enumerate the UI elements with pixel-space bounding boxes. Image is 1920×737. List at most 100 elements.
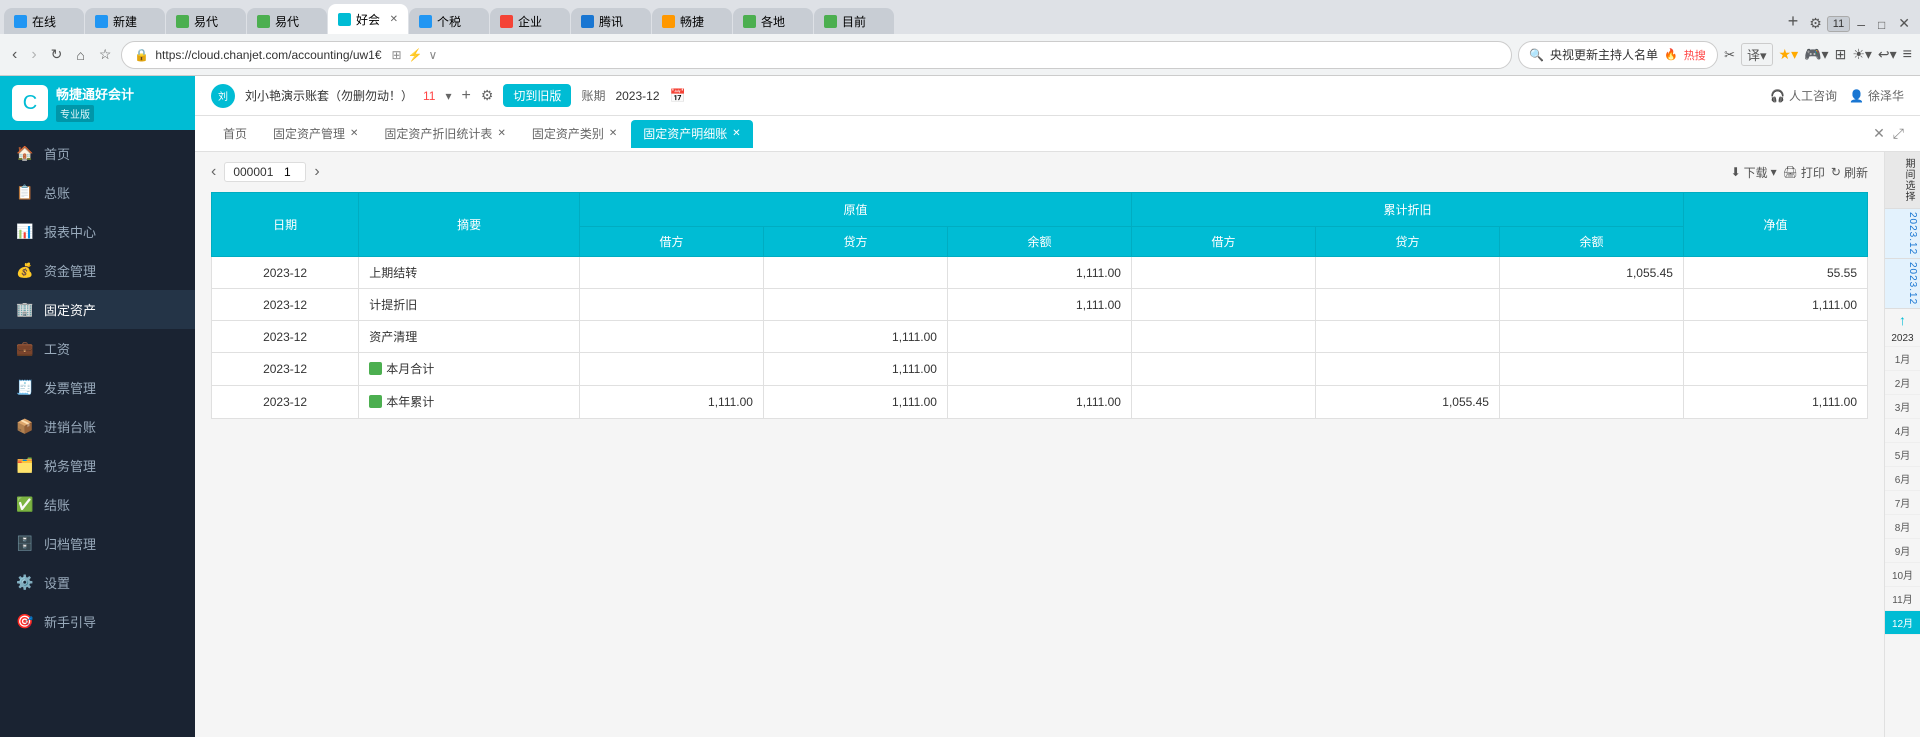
home-button[interactable]: ⌂ bbox=[72, 45, 88, 65]
page-tab-3[interactable]: 固定资产类别 ✕ bbox=[520, 120, 629, 148]
browser-tab-tab8[interactable]: 腾讯 bbox=[571, 8, 651, 34]
month-item-12月[interactable]: 12月 bbox=[1885, 611, 1920, 635]
browser-tab-tab6[interactable]: 个税 bbox=[409, 8, 489, 34]
scroll-up-icon[interactable]: ↑ bbox=[1885, 309, 1920, 331]
page-tab-1[interactable]: 固定资产管理✕ bbox=[261, 120, 370, 148]
sidebar-item-发票管理[interactable]: 🧾发票管理 bbox=[0, 368, 195, 407]
month-item-6月[interactable]: 6月 bbox=[1885, 467, 1920, 491]
page-tab-2[interactable]: 固定资产折旧统计表✕ bbox=[372, 120, 517, 148]
reload-button[interactable]: ↻ bbox=[47, 44, 67, 65]
page-tab-close-4[interactable]: ✕ bbox=[732, 128, 740, 139]
search-area[interactable]: 🔍 央视更新主持人名单 🔥 热搜 bbox=[1518, 41, 1718, 69]
add-account-button[interactable]: + bbox=[462, 87, 471, 105]
cell-value-5 bbox=[1499, 386, 1683, 419]
table-row: 2023-12上期结转1,111.001,055.4555.55 bbox=[212, 257, 1868, 289]
tab-count-badge[interactable]: 11 bbox=[1827, 16, 1850, 32]
browser-tab-tab7[interactable]: 企业 bbox=[490, 8, 570, 34]
scissors-icon[interactable]: ✂ bbox=[1724, 47, 1735, 63]
bookmark-button[interactable]: ☆ bbox=[95, 44, 116, 65]
period-selector-label[interactable]: 期间选择 bbox=[1885, 152, 1920, 209]
browser-tab-tab1[interactable]: 在线 bbox=[4, 8, 84, 34]
sidebar-item-报表中心[interactable]: 📊报表中心 bbox=[0, 212, 195, 251]
period-selected-top[interactable]: 2023.12 bbox=[1885, 209, 1920, 259]
switch-version-button[interactable]: 切到旧版 bbox=[503, 84, 571, 107]
forward-button[interactable]: › bbox=[27, 44, 40, 66]
page-index-input[interactable] bbox=[277, 165, 297, 179]
sidebar-label-进销台账: 进销台账 bbox=[44, 417, 96, 436]
sidebar-icon-结账: ✅ bbox=[16, 496, 34, 513]
minimize-button[interactable]: – bbox=[1851, 16, 1871, 32]
sidebar-item-总账[interactable]: 📋总账 bbox=[0, 173, 195, 212]
translate-icon[interactable]: 译▾ bbox=[1741, 43, 1773, 66]
user-button[interactable]: 👤 徐泽华 bbox=[1849, 87, 1904, 104]
next-page-button[interactable]: › bbox=[314, 163, 319, 181]
new-tab-button[interactable]: + bbox=[1782, 11, 1805, 32]
browser-tab-tab3[interactable]: 易代 bbox=[166, 8, 246, 34]
app-header: 刘 刘小艳演示账套（勿删勿动！） 11 ▾ + ⚙ 切到旧版 账期 2023-1… bbox=[195, 76, 1920, 116]
download-button[interactable]: ⬇ 下载 ▾ bbox=[1731, 164, 1777, 181]
grid-icon[interactable]: ⊞ bbox=[1835, 46, 1847, 63]
close-button[interactable]: ✕ bbox=[1892, 15, 1916, 32]
sidebar-item-结账[interactable]: ✅结账 bbox=[0, 485, 195, 524]
menu-icon[interactable]: ≡ bbox=[1903, 46, 1912, 64]
brightness-icon[interactable]: ☀▾ bbox=[1852, 46, 1872, 63]
close-panel-icon[interactable]: ✕ bbox=[1873, 125, 1885, 142]
sidebar-item-税务管理[interactable]: 🗂️税务管理 bbox=[0, 446, 195, 485]
month-item-3月[interactable]: 3月 bbox=[1885, 395, 1920, 419]
sidebar-item-资金管理[interactable]: 💰资金管理 bbox=[0, 251, 195, 290]
page-tab-close-3[interactable]: ✕ bbox=[609, 128, 617, 139]
tab-close-tab5[interactable]: ✕ bbox=[390, 14, 398, 25]
game-icon[interactable]: 🎮▾ bbox=[1804, 46, 1828, 63]
month-item-7月[interactable]: 7月 bbox=[1885, 491, 1920, 515]
maximize-button[interactable]: □ bbox=[1872, 18, 1891, 32]
service-button[interactable]: 🎧 人工咨询 bbox=[1770, 87, 1837, 104]
browser-tab-tab11[interactable]: 目前 bbox=[814, 8, 894, 34]
refresh-button[interactable]: ↻ 刷新 bbox=[1831, 164, 1868, 181]
page-tab-4[interactable]: 固定资产明细账✕ bbox=[631, 120, 752, 148]
sidebar-item-进销台账[interactable]: 📦进销台账 bbox=[0, 407, 195, 446]
month-item-10月[interactable]: 10月 bbox=[1885, 563, 1920, 587]
print-button[interactable]: 🖨 打印 bbox=[1783, 164, 1825, 181]
month-item-5月[interactable]: 5月 bbox=[1885, 443, 1920, 467]
month-item-8月[interactable]: 8月 bbox=[1885, 515, 1920, 539]
url-text: https://cloud.chanjet.com/accounting/uw1… bbox=[155, 48, 381, 62]
dropdown-arrow[interactable]: ▾ bbox=[445, 89, 451, 103]
user-icon: 👤 bbox=[1849, 89, 1864, 103]
col-dep-balance: 余额 bbox=[1499, 227, 1683, 257]
main-content: 刘 刘小艳演示账套（勿删勿动！） 11 ▾ + ⚙ 切到旧版 账期 2023-1… bbox=[195, 76, 1920, 737]
page-tab-0[interactable]: 首页 bbox=[211, 120, 259, 148]
browser-tab-tab2[interactable]: 新建 bbox=[85, 8, 165, 34]
sidebar-item-首页[interactable]: 🏠首页 bbox=[0, 134, 195, 173]
month-item-4月[interactable]: 4月 bbox=[1885, 419, 1920, 443]
month-item-9月[interactable]: 9月 bbox=[1885, 539, 1920, 563]
sidebar-item-新手引导[interactable]: 🎯新手引导 bbox=[0, 602, 195, 641]
period-selected-bottom[interactable]: 2023.12 bbox=[1885, 259, 1920, 309]
url-dropdown-icon[interactable]: ∨ bbox=[429, 48, 438, 62]
month-item-2月[interactable]: 2月 bbox=[1885, 371, 1920, 395]
sidebar-icon-报表中心: 📊 bbox=[16, 223, 34, 240]
settings-icon-btn[interactable]: ⚙ bbox=[481, 87, 494, 104]
sidebar-item-固定资产[interactable]: 🏢固定资产 bbox=[0, 290, 195, 329]
page-tab-label-3: 固定资产类别 bbox=[532, 125, 604, 142]
page-tab-close-1[interactable]: ✕ bbox=[350, 128, 358, 139]
url-bar[interactable]: 🔒 https://cloud.chanjet.com/accounting/u… bbox=[121, 41, 1512, 69]
undo-icon[interactable]: ↩▾ bbox=[1878, 46, 1897, 63]
sidebar-item-工资[interactable]: 💼工资 bbox=[0, 329, 195, 368]
browser-tab-tab5[interactable]: 好会✕ bbox=[328, 4, 408, 34]
page-tab-close-2[interactable]: ✕ bbox=[497, 128, 505, 139]
browser-tab-tab4[interactable]: 易代 bbox=[247, 8, 327, 34]
browser-tab-tab9[interactable]: 畅捷 bbox=[652, 8, 732, 34]
star-icon[interactable]: ★▾ bbox=[1779, 46, 1799, 63]
expand-panel-icon[interactable]: ⤢ bbox=[1893, 125, 1904, 142]
browser-tab-tab10[interactable]: 各地 bbox=[733, 8, 813, 34]
period-label: 账期 bbox=[581, 87, 605, 104]
cell-summary: 资产清理 bbox=[359, 321, 580, 353]
back-button[interactable]: ‹ bbox=[8, 44, 21, 66]
prev-page-button[interactable]: ‹ bbox=[211, 163, 216, 181]
month-item-1月[interactable]: 1月 bbox=[1885, 347, 1920, 371]
calendar-icon[interactable]: 📅 bbox=[670, 88, 686, 104]
sidebar-item-设置[interactable]: ⚙️设置 bbox=[0, 563, 195, 602]
sidebar-item-归档管理[interactable]: 🗄️归档管理 bbox=[0, 524, 195, 563]
tab-settings-icon[interactable]: ⚙ bbox=[1805, 15, 1826, 32]
month-item-11月[interactable]: 11月 bbox=[1885, 587, 1920, 611]
